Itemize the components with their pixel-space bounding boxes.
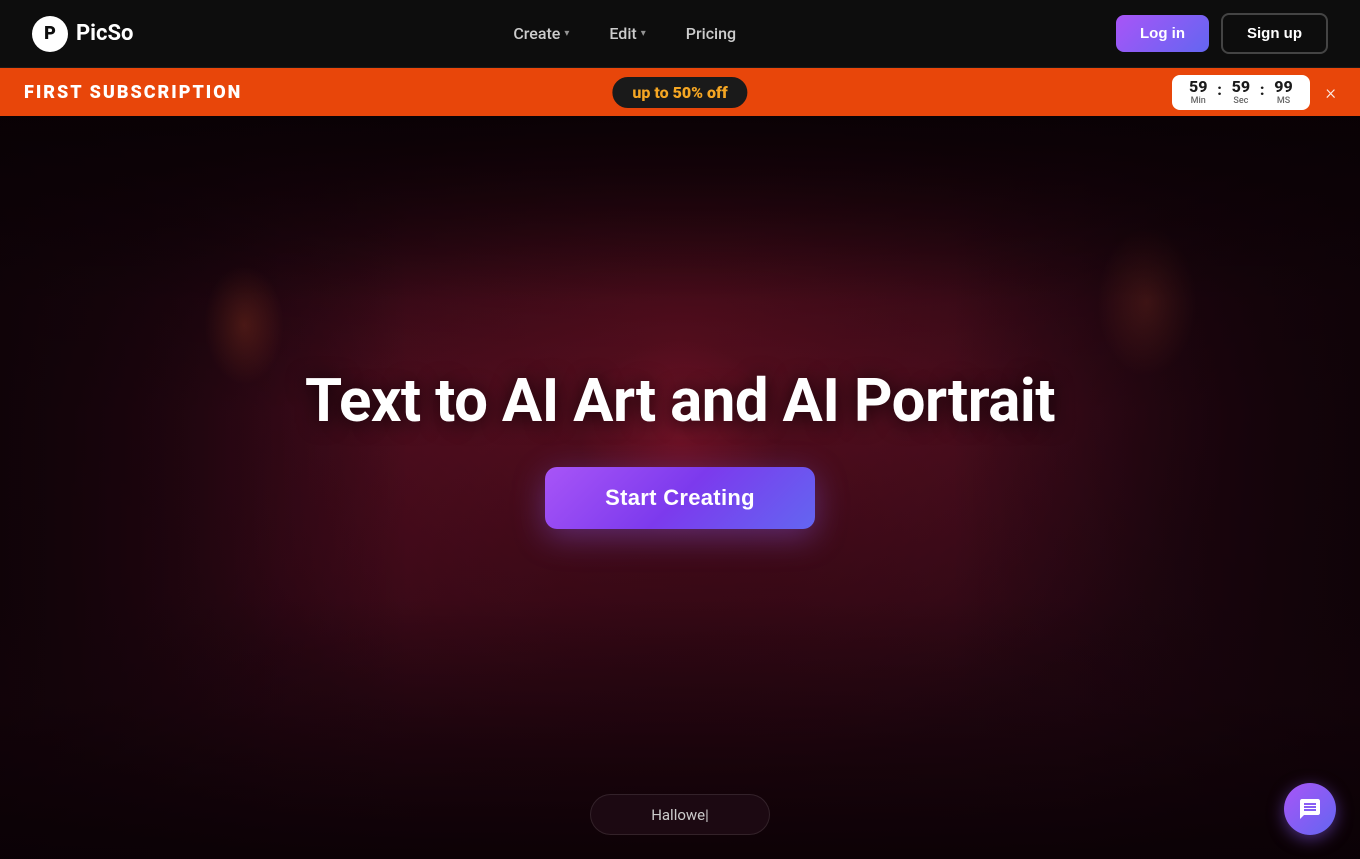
navbar: P PicSo Create ▾ Edit ▾ Pricing Log in S… [0, 0, 1360, 68]
countdown-minutes: 59 Min [1184, 79, 1212, 106]
hero-content: Text to AI Art and AI Portrait Start Cre… [0, 116, 1360, 859]
navbar-actions: Log in Sign up [1116, 13, 1328, 54]
login-button[interactable]: Log in [1116, 15, 1209, 52]
logo-text: PicSo [76, 21, 133, 46]
chevron-down-icon: ▾ [564, 28, 569, 39]
promo-badge-prefix: up to [632, 83, 672, 102]
logo-icon: P [32, 16, 68, 52]
start-creating-button[interactable]: Start Creating [545, 467, 815, 529]
nav-pricing[interactable]: Pricing [670, 16, 752, 51]
countdown-sep-1: : [1217, 80, 1222, 99]
hero-section: Text to AI Art and AI Portrait Start Cre… [0, 116, 1360, 859]
countdown: 59 Min : 59 Sec : 99 MS [1172, 75, 1309, 110]
chat-button[interactable] [1284, 783, 1336, 835]
bottom-search-bar[interactable]: Hallowe| [590, 794, 770, 835]
promo-close-button[interactable]: × [1326, 80, 1336, 104]
countdown-ms: 99 MS [1270, 79, 1298, 106]
promo-right: 59 Min : 59 Sec : 99 MS × [1172, 75, 1336, 110]
bottom-bar-text: Hallowe| [651, 806, 709, 824]
nav-links: Create ▾ Edit ▾ Pricing [497, 16, 752, 51]
logo[interactable]: P PicSo [32, 16, 133, 52]
promo-text: FIRST SUBSCRIPTION [24, 82, 242, 103]
nav-create[interactable]: Create ▾ [497, 16, 585, 51]
hero-title: Text to AI Art and AI Portrait [305, 366, 1055, 435]
signup-button[interactable]: Sign up [1221, 13, 1328, 54]
promo-badge[interactable]: up to 50% off [610, 75, 749, 110]
chat-icon [1298, 797, 1322, 821]
countdown-sep-2: : [1260, 80, 1265, 99]
promo-badge-highlight: 50% off [673, 83, 728, 102]
promo-banner: FIRST SUBSCRIPTION up to 50% off 59 Min … [0, 68, 1360, 116]
countdown-seconds: 59 Sec [1227, 79, 1255, 106]
nav-edit[interactable]: Edit ▾ [593, 16, 661, 51]
chevron-down-icon: ▾ [641, 28, 646, 39]
